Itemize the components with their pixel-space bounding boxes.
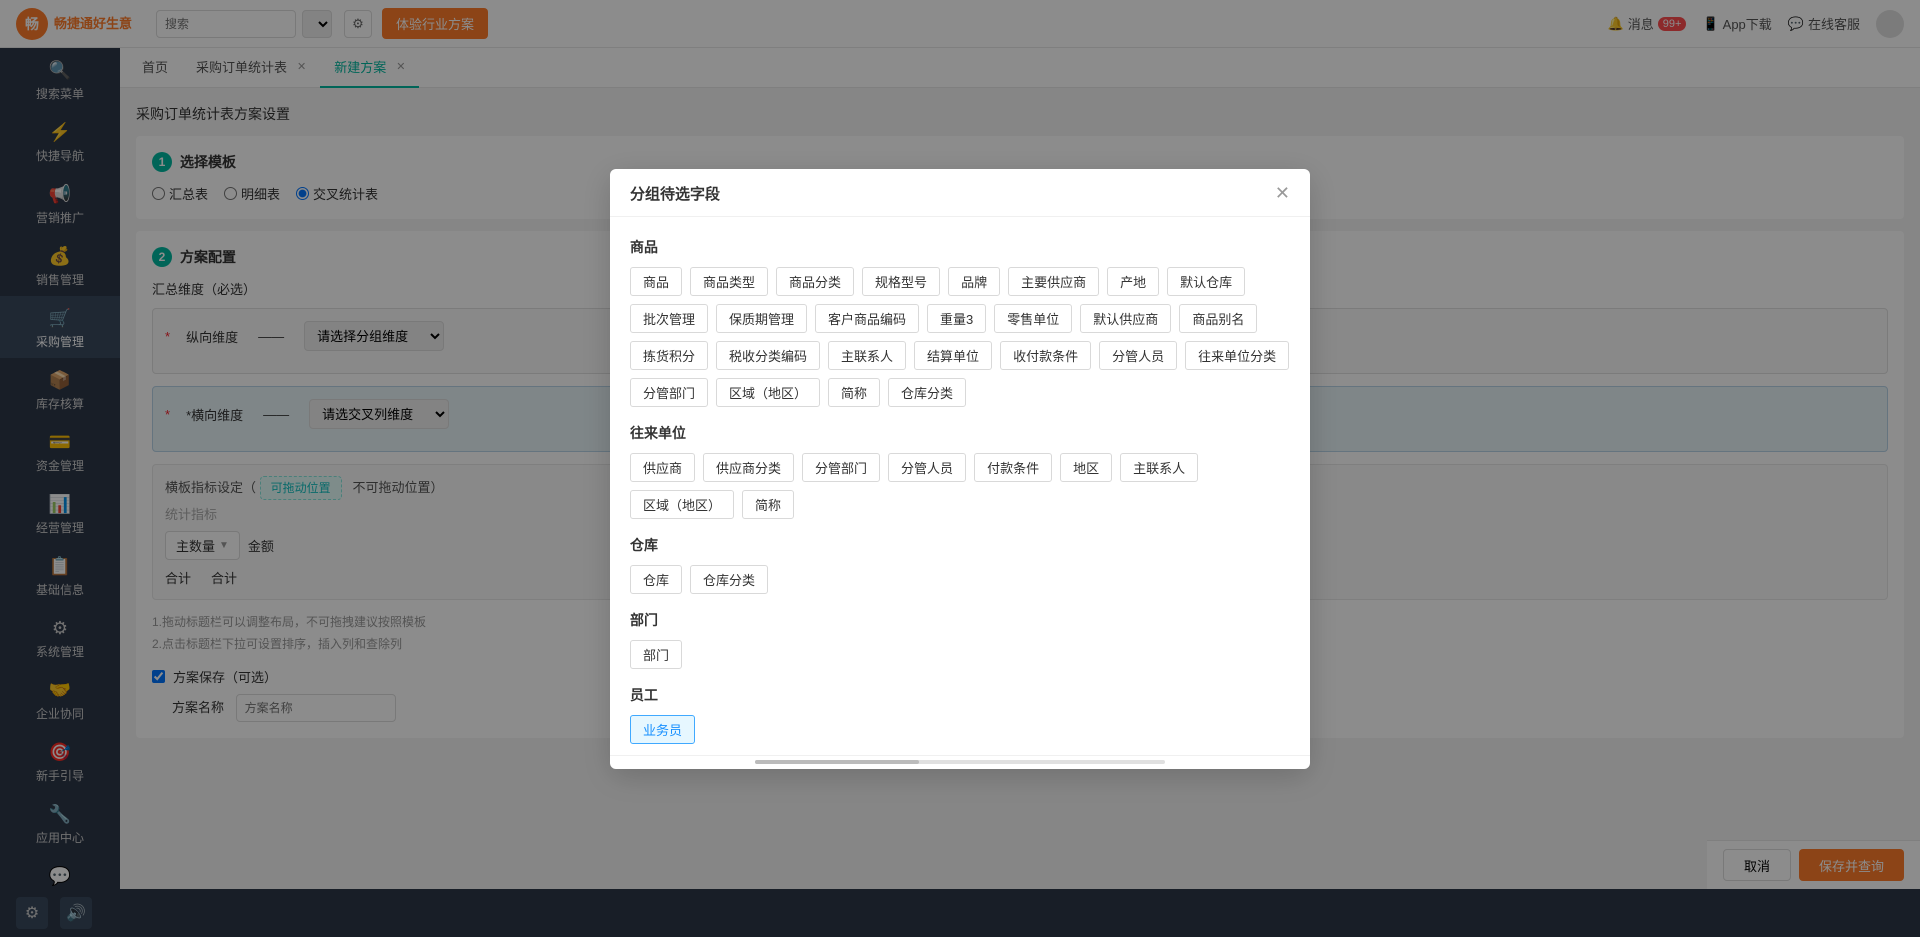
chip-product-type[interactable]: 商品类型: [690, 267, 768, 296]
chip-settlement-unit[interactable]: 结算单位: [914, 341, 992, 370]
chip-quality-manage[interactable]: 保质期管理: [716, 304, 807, 333]
chip-main-supplier[interactable]: 主要供应商: [1008, 267, 1099, 296]
counterparty-chips: 供应商 供应商分类 分管部门 分管人员 付款条件 地区 主联系人 区域（地区） …: [630, 453, 1290, 519]
department-chips: 部门: [630, 640, 1290, 669]
chip-region-area[interactable]: 区域（地区）: [716, 378, 820, 407]
chip-short-name[interactable]: 简称: [828, 378, 880, 407]
chip-dept2[interactable]: 分管部门: [802, 453, 880, 482]
modal-header: 分组待选字段 ✕: [610, 169, 1310, 217]
chip-region2[interactable]: 地区: [1060, 453, 1112, 482]
chip-warehouse-category[interactable]: 仓库分类: [888, 378, 966, 407]
modal-scroll-x: [610, 755, 1310, 769]
chip-from-unit-category[interactable]: 往来单位分类: [1185, 341, 1289, 370]
chip-supplier-category[interactable]: 供应商分类: [703, 453, 794, 482]
product-chips: 商品 商品类型 商品分类 规格型号 品牌 主要供应商 产地 默认仓库 批次管理 …: [630, 267, 1290, 407]
chip-product-category[interactable]: 商品分类: [776, 267, 854, 296]
modal-title: 分组待选字段: [630, 183, 720, 204]
chip-brand[interactable]: 品牌: [948, 267, 1000, 296]
chip-dept[interactable]: 部门: [630, 640, 682, 669]
section-title-staff: 员工: [630, 685, 1290, 705]
chip-supplier[interactable]: 供应商: [630, 453, 695, 482]
modal-body: 商品 商品 商品类型 商品分类 规格型号 品牌 主要供应商 产地 默认仓库 批次…: [610, 217, 1310, 755]
chip-warehouse[interactable]: 仓库: [630, 565, 682, 594]
modal-close-icon[interactable]: ✕: [1275, 183, 1290, 204]
chip-manager[interactable]: 分管人员: [1099, 341, 1177, 370]
chip-staff2[interactable]: 分管人员: [888, 453, 966, 482]
field-select-modal: 分组待选字段 ✕ 商品 商品 商品类型 商品分类 规格型号 品牌 主要供应商 产…: [610, 169, 1310, 769]
section-title-department: 部门: [630, 610, 1290, 630]
chip-short2[interactable]: 简称: [742, 490, 794, 519]
chip-default-supplier[interactable]: 默认供应商: [1080, 304, 1171, 333]
section-title-warehouse: 仓库: [630, 535, 1290, 555]
chip-area2[interactable]: 区域（地区）: [630, 490, 734, 519]
chip-wh-category[interactable]: 仓库分类: [690, 565, 768, 594]
chip-tax-category[interactable]: 税收分类编码: [716, 341, 820, 370]
chip-retail-unit[interactable]: 零售单位: [994, 304, 1072, 333]
chip-spec-model[interactable]: 规格型号: [862, 267, 940, 296]
chip-customer-code[interactable]: 客户商品编码: [815, 304, 919, 333]
section-title-product: 商品: [630, 237, 1290, 257]
section-title-counterparty: 往来单位: [630, 423, 1290, 443]
chip-payment-cond[interactable]: 付款条件: [974, 453, 1052, 482]
chip-payment-terms[interactable]: 收付款条件: [1000, 341, 1091, 370]
chip-primary-contact[interactable]: 主联系人: [828, 341, 906, 370]
chip-salesperson[interactable]: 业务员: [630, 715, 695, 744]
warehouse-chips: 仓库 仓库分类: [630, 565, 1290, 594]
chip-batch-manage[interactable]: 批次管理: [630, 304, 708, 333]
chip-dept-manage[interactable]: 分管部门: [630, 378, 708, 407]
modal-overlay: 分组待选字段 ✕ 商品 商品 商品类型 商品分类 规格型号 品牌 主要供应商 产…: [0, 0, 1920, 937]
chip-product-alias[interactable]: 商品别名: [1179, 304, 1257, 333]
chip-weight3[interactable]: 重量3: [927, 304, 986, 333]
chip-origin[interactable]: 产地: [1107, 267, 1159, 296]
chip-default-warehouse[interactable]: 默认仓库: [1167, 267, 1245, 296]
chip-pick-score[interactable]: 拣货积分: [630, 341, 708, 370]
chip-product[interactable]: 商品: [630, 267, 682, 296]
chip-contact2[interactable]: 主联系人: [1120, 453, 1198, 482]
staff-chips: 业务员: [630, 715, 1290, 744]
